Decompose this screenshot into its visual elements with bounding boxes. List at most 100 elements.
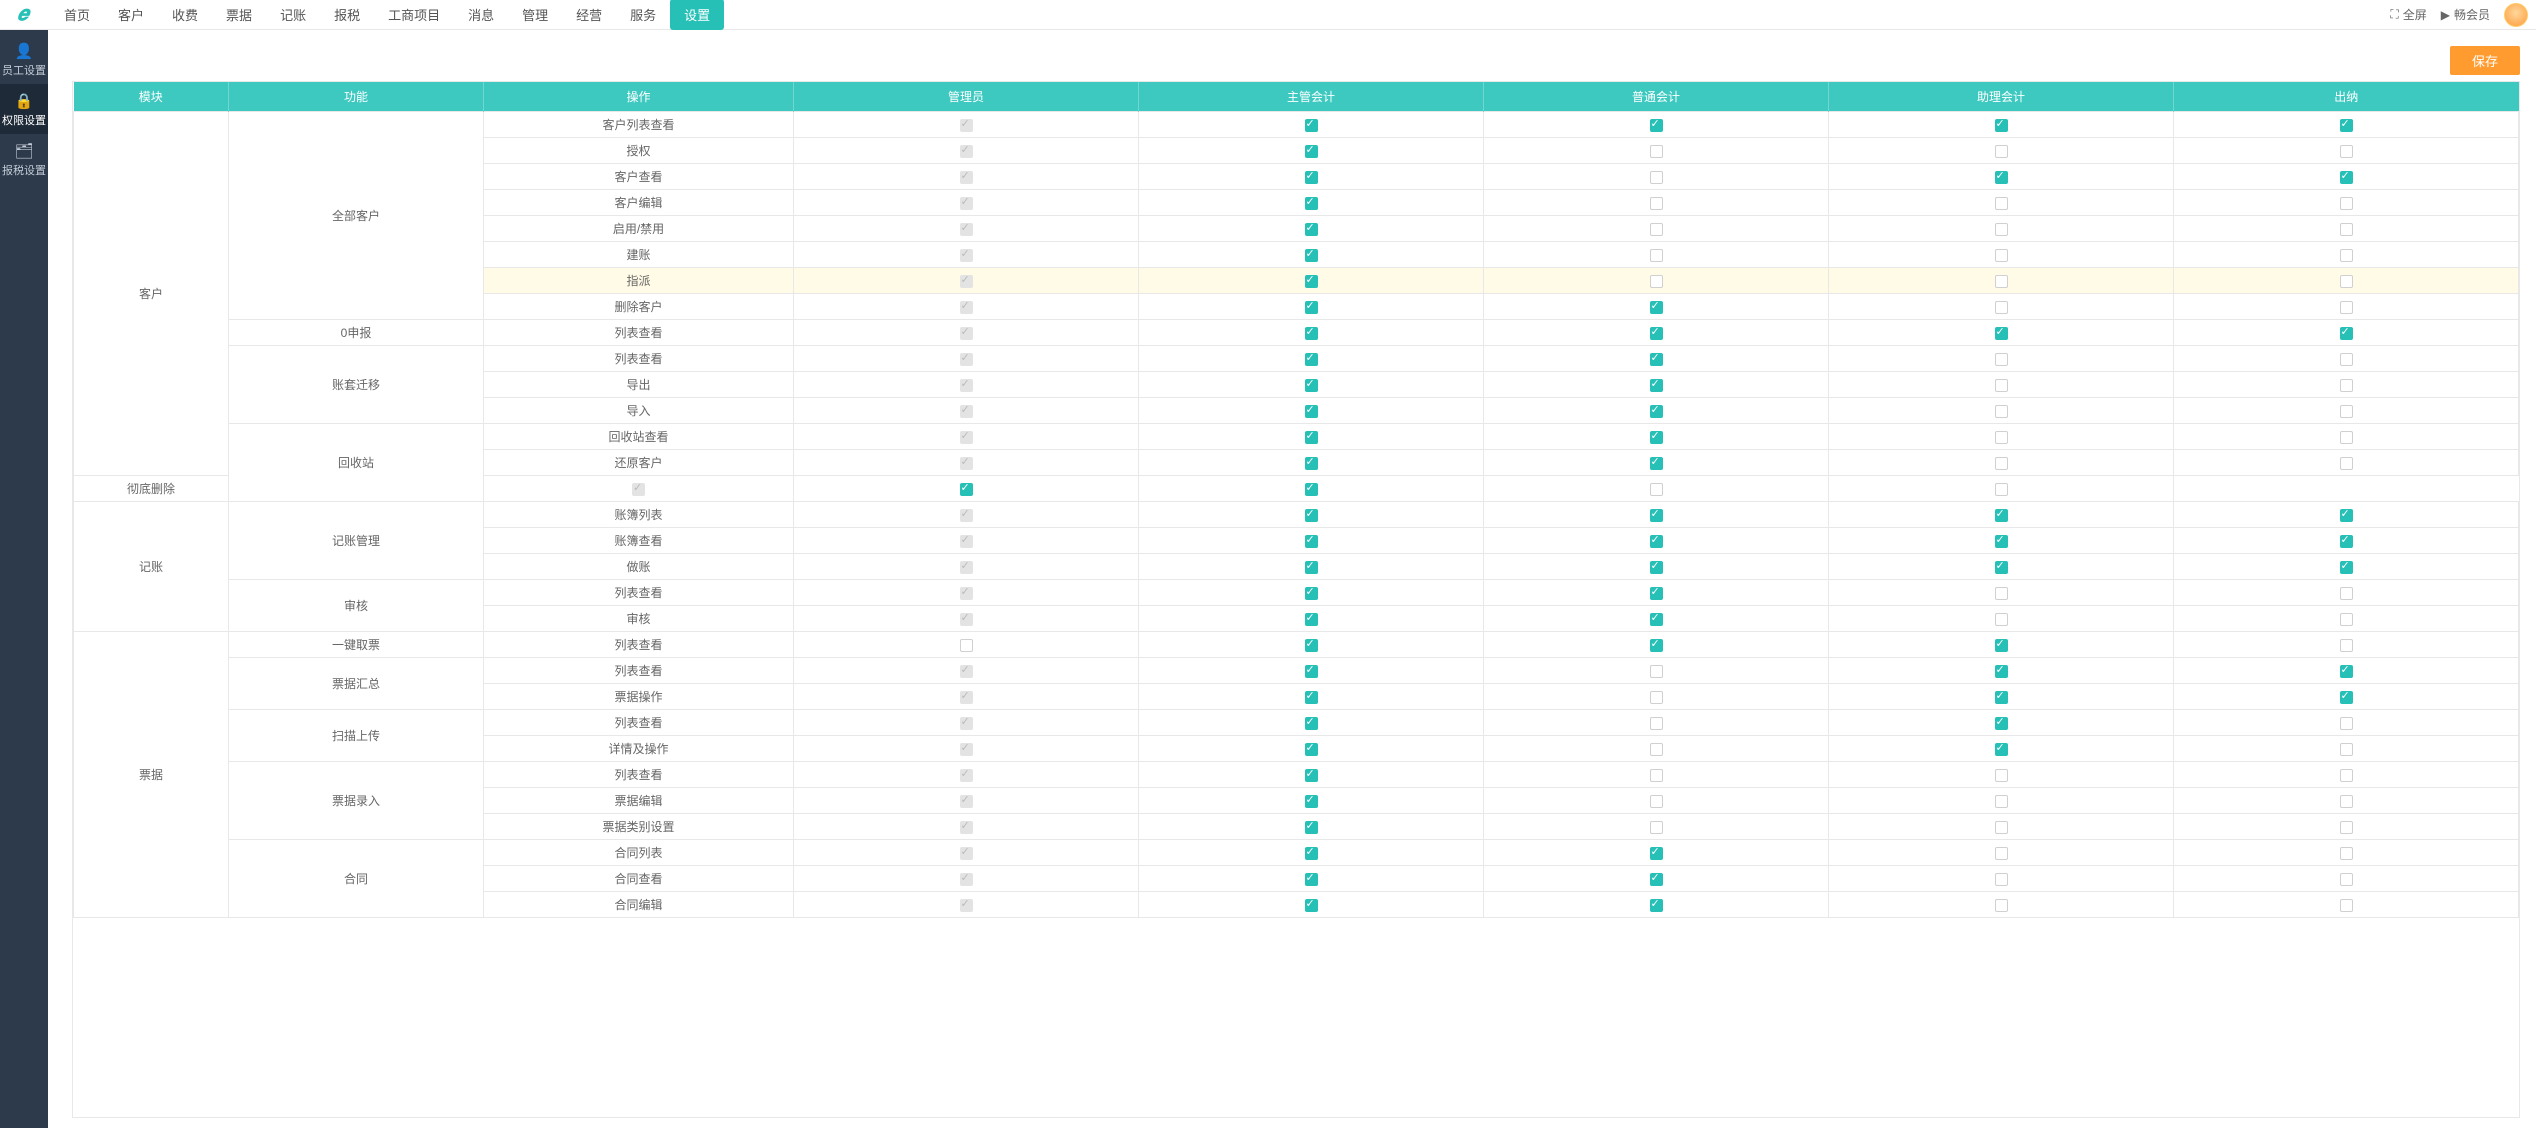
checkbox[interactable] — [1995, 431, 2008, 444]
checkbox[interactable] — [2340, 145, 2353, 158]
nav-item[interactable]: 设置 — [670, 0, 724, 30]
checkbox[interactable] — [1995, 457, 2008, 470]
checkbox[interactable] — [1650, 795, 1663, 808]
checkbox[interactable] — [1995, 743, 2008, 756]
sidebar-item-staff[interactable]: 👤员工设置 — [0, 34, 48, 84]
checkbox[interactable] — [1650, 561, 1663, 574]
checkbox[interactable] — [1650, 145, 1663, 158]
checkbox[interactable] — [2340, 119, 2353, 132]
checkbox[interactable] — [1305, 535, 1318, 548]
checkbox[interactable] — [1305, 379, 1318, 392]
checkbox[interactable] — [2340, 639, 2353, 652]
checkbox[interactable] — [1305, 327, 1318, 340]
checkbox[interactable] — [1650, 431, 1663, 444]
checkbox[interactable] — [1650, 327, 1663, 340]
checkbox[interactable] — [2340, 587, 2353, 600]
checkbox[interactable] — [1995, 275, 2008, 288]
checkbox[interactable] — [1305, 197, 1318, 210]
checkbox[interactable] — [2340, 691, 2353, 704]
checkbox[interactable] — [2340, 873, 2353, 886]
checkbox[interactable] — [2340, 379, 2353, 392]
checkbox[interactable] — [1305, 769, 1318, 782]
checkbox[interactable] — [1650, 405, 1663, 418]
checkbox[interactable] — [2340, 405, 2353, 418]
nav-item[interactable]: 记账 — [266, 0, 320, 30]
checkbox[interactable] — [1305, 795, 1318, 808]
nav-item[interactable]: 报税 — [320, 0, 374, 30]
checkbox[interactable] — [1650, 197, 1663, 210]
checkbox[interactable] — [1650, 847, 1663, 860]
nav-item[interactable]: 管理 — [508, 0, 562, 30]
checkbox[interactable] — [2340, 223, 2353, 236]
checkbox[interactable] — [1305, 873, 1318, 886]
checkbox[interactable] — [2340, 431, 2353, 444]
checkbox[interactable] — [1305, 249, 1318, 262]
checkbox[interactable] — [1650, 379, 1663, 392]
checkbox[interactable] — [1650, 899, 1663, 912]
nav-item[interactable]: 消息 — [454, 0, 508, 30]
checkbox[interactable] — [1305, 587, 1318, 600]
checkbox[interactable] — [2340, 171, 2353, 184]
checkbox[interactable] — [1650, 119, 1663, 132]
checkbox[interactable] — [1995, 899, 2008, 912]
checkbox[interactable] — [1995, 691, 2008, 704]
checkbox[interactable] — [2340, 717, 2353, 730]
checkbox[interactable] — [1995, 379, 2008, 392]
checkbox[interactable] — [1650, 821, 1663, 834]
checkbox[interactable] — [2340, 353, 2353, 366]
checkbox[interactable] — [1995, 717, 2008, 730]
checkbox[interactable] — [2340, 769, 2353, 782]
checkbox[interactable] — [1995, 145, 2008, 158]
checkbox[interactable] — [1305, 613, 1318, 626]
sidebar-item-tax[interactable]: 🗂报税设置 — [0, 134, 48, 184]
checkbox[interactable] — [1305, 405, 1318, 418]
checkbox[interactable] — [2340, 613, 2353, 626]
checkbox[interactable] — [1305, 691, 1318, 704]
checkbox[interactable] — [1650, 691, 1663, 704]
checkbox[interactable] — [1650, 249, 1663, 262]
checkbox[interactable] — [2340, 197, 2353, 210]
checkbox[interactable] — [2340, 327, 2353, 340]
checkbox[interactable] — [2340, 821, 2353, 834]
checkbox[interactable] — [1995, 613, 2008, 626]
checkbox[interactable] — [1305, 483, 1318, 496]
nav-item[interactable]: 客户 — [104, 0, 158, 30]
checkbox[interactable] — [1995, 327, 2008, 340]
nav-item[interactable]: 服务 — [616, 0, 670, 30]
save-button[interactable]: 保存 — [2450, 46, 2520, 75]
checkbox[interactable] — [1995, 223, 2008, 236]
checkbox[interactable] — [1995, 665, 2008, 678]
checkbox[interactable] — [1650, 613, 1663, 626]
checkbox[interactable] — [1995, 353, 2008, 366]
checkbox[interactable] — [1995, 873, 2008, 886]
checkbox[interactable] — [1305, 639, 1318, 652]
checkbox[interactable] — [1650, 457, 1663, 470]
checkbox[interactable] — [1305, 223, 1318, 236]
checkbox[interactable] — [1650, 769, 1663, 782]
checkbox[interactable] — [2340, 847, 2353, 860]
nav-item[interactable]: 首页 — [50, 0, 104, 30]
nav-item[interactable]: 收费 — [158, 0, 212, 30]
checkbox[interactable] — [1995, 405, 2008, 418]
checkbox[interactable] — [1995, 119, 2008, 132]
checkbox[interactable] — [1995, 847, 2008, 860]
checkbox[interactable] — [2340, 509, 2353, 522]
avatar[interactable] — [2504, 3, 2528, 27]
permissions-table-wrap[interactable]: 模块功能操作管理员主管会计普通会计助理会计出纳 客户全部客户客户列表查看授权客户… — [72, 81, 2520, 1118]
checkbox[interactable] — [960, 483, 973, 496]
checkbox[interactable] — [2340, 899, 2353, 912]
checkbox[interactable] — [2340, 249, 2353, 262]
checkbox[interactable] — [1650, 171, 1663, 184]
checkbox[interactable] — [1305, 301, 1318, 314]
checkbox[interactable] — [1995, 249, 2008, 262]
checkbox[interactable] — [1650, 873, 1663, 886]
checkbox[interactable] — [1305, 275, 1318, 288]
checkbox[interactable] — [1650, 639, 1663, 652]
checkbox[interactable] — [1650, 353, 1663, 366]
checkbox[interactable] — [1305, 431, 1318, 444]
checkbox[interactable] — [1650, 535, 1663, 548]
checkbox[interactable] — [2340, 535, 2353, 548]
checkbox[interactable] — [1305, 457, 1318, 470]
checkbox[interactable] — [1305, 561, 1318, 574]
checkbox[interactable] — [1995, 509, 2008, 522]
